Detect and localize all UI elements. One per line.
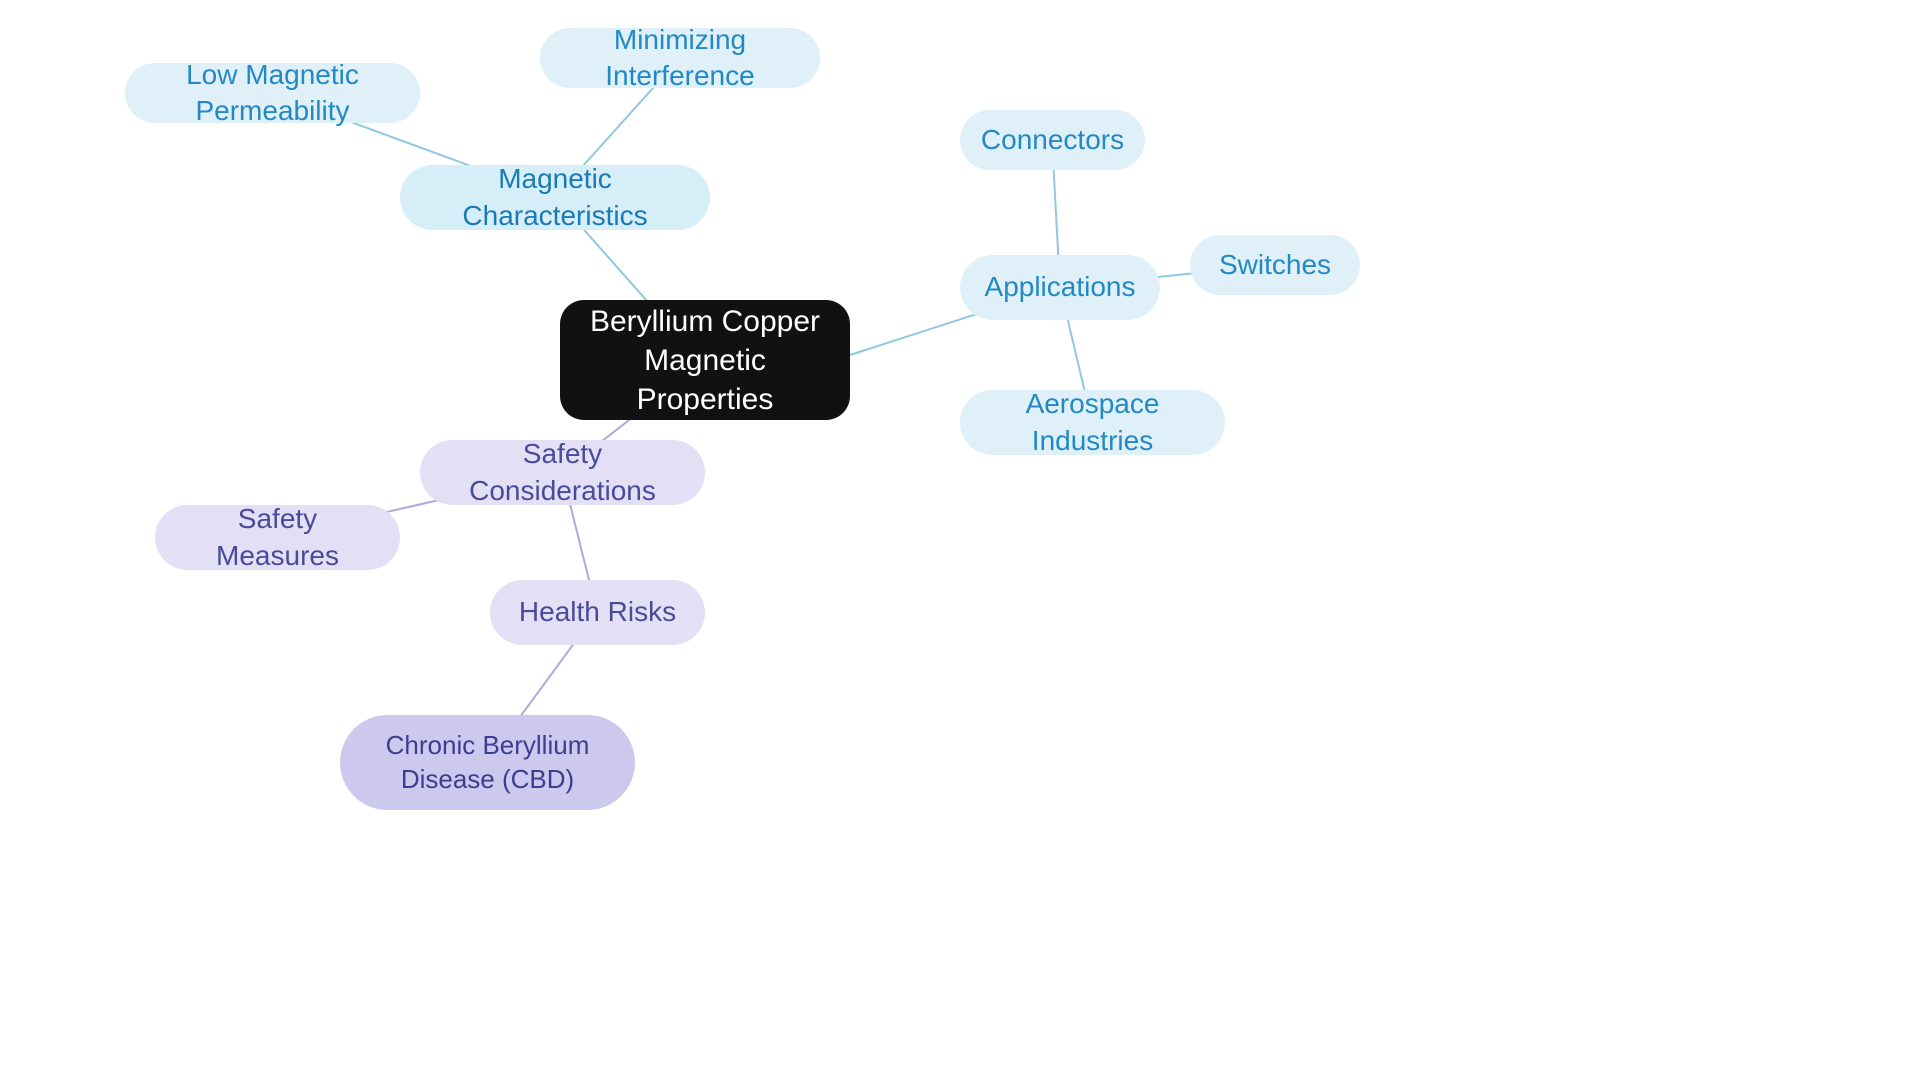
- health-risks-label: Health Risks: [519, 594, 676, 630]
- connectors-node[interactable]: Connectors: [960, 110, 1145, 170]
- chronic-beryllium-disease-label: Chronic Beryllium Disease (CBD): [368, 729, 607, 797]
- aerospace-industries-node[interactable]: Aerospace Industries: [960, 390, 1225, 455]
- switches-node[interactable]: Switches: [1190, 235, 1360, 295]
- safety-measures-label: Safety Measures: [183, 501, 372, 574]
- center-node[interactable]: Beryllium Copper Magnetic Properties: [560, 300, 850, 420]
- magnetic-characteristics-label: Magnetic Characteristics: [428, 161, 682, 234]
- applications-node[interactable]: Applications: [960, 255, 1160, 320]
- low-magnetic-permeability-label: Low Magnetic Permeability: [153, 57, 392, 130]
- connectors-label: Connectors: [981, 122, 1124, 158]
- switches-label: Switches: [1219, 247, 1331, 283]
- minimizing-interference-label: Minimizing Interference: [568, 22, 792, 95]
- center-label: Beryllium Copper Magnetic Properties: [588, 302, 822, 419]
- safety-measures-node[interactable]: Safety Measures: [155, 505, 400, 570]
- safety-considerations-node[interactable]: Safety Considerations: [420, 440, 705, 505]
- safety-considerations-label: Safety Considerations: [448, 436, 677, 509]
- low-magnetic-permeability-node[interactable]: Low Magnetic Permeability: [125, 63, 420, 123]
- magnetic-characteristics-node[interactable]: Magnetic Characteristics: [400, 165, 710, 230]
- minimizing-interference-node[interactable]: Minimizing Interference: [540, 28, 820, 88]
- chronic-beryllium-disease-node[interactable]: Chronic Beryllium Disease (CBD): [340, 715, 635, 810]
- health-risks-node[interactable]: Health Risks: [490, 580, 705, 645]
- applications-label: Applications: [985, 269, 1136, 305]
- aerospace-industries-label: Aerospace Industries: [988, 386, 1197, 459]
